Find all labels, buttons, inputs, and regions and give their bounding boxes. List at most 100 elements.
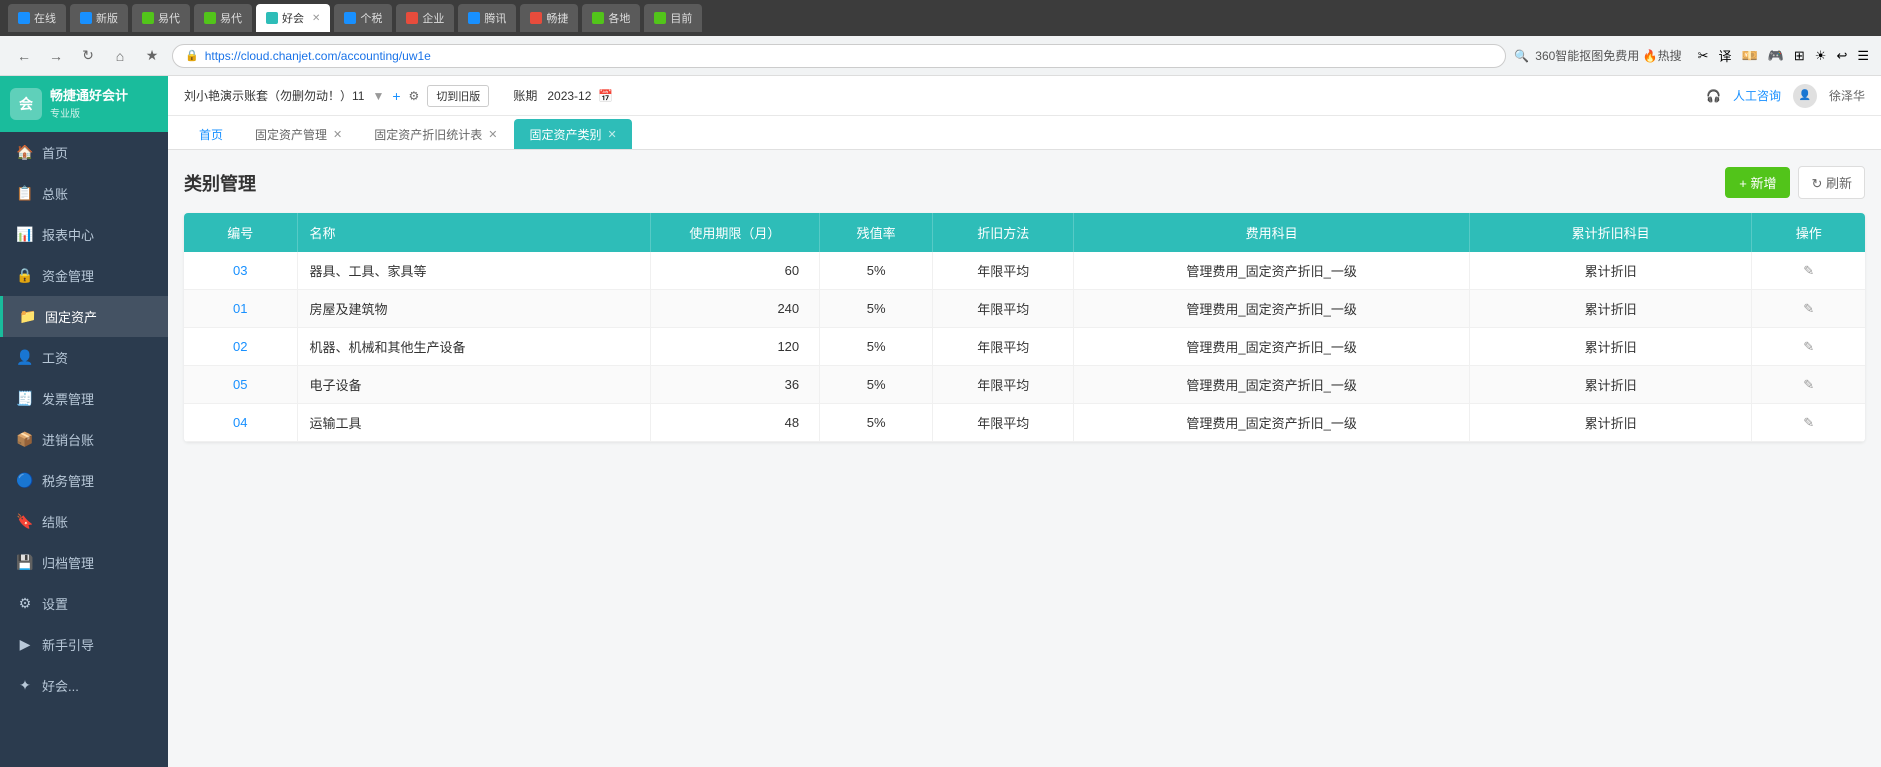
edit-icon[interactable]: ✎: [1803, 263, 1814, 278]
page-title: 类别管理: [184, 170, 256, 196]
cell-code-2[interactable]: 02: [184, 328, 297, 366]
sidebar-item-checkout[interactable]: 🔖 结账: [0, 501, 168, 542]
user-avatar: 👤: [1793, 84, 1817, 108]
tab-close-category[interactable]: ✕: [608, 128, 617, 141]
cell-residual-2: 5%: [820, 328, 933, 366]
sidebar-item-home[interactable]: 🏠 首页: [0, 132, 168, 173]
cell-code-1[interactable]: 01: [184, 290, 297, 328]
table-row: 02 机器、机械和其他生产设备 120 5% 年限平均 管理费用_固定资产折旧_…: [184, 328, 1865, 366]
browser-tab-close-chanjet[interactable]: ✕: [312, 13, 320, 24]
nav-bookmark[interactable]: ★: [140, 44, 164, 68]
tab-category[interactable]: 固定资产类别 ✕: [514, 119, 631, 149]
tab-home[interactable]: 首页: [184, 119, 238, 149]
nav-refresh[interactable]: ↻: [76, 44, 100, 68]
brightness-icon[interactable]: ☀: [1815, 48, 1827, 64]
sidebar-label-funds: 资金管理: [42, 266, 94, 285]
nav-forward[interactable]: →: [44, 44, 68, 68]
cell-residual-1: 5%: [820, 290, 933, 328]
cell-method-3: 年限平均: [933, 366, 1074, 404]
translate-icon[interactable]: 译: [1718, 46, 1731, 65]
sidebar-item-invoice[interactable]: 🧾 发票管理: [0, 378, 168, 419]
search-box: 🔍 360智能抠图免费用 🔥热搜: [1514, 47, 1681, 64]
cell-code-4[interactable]: 04: [184, 404, 297, 442]
tab-depreciation[interactable]: 固定资产折旧统计表 ✕: [359, 119, 512, 149]
edit-icon[interactable]: ✎: [1803, 415, 1814, 430]
switch-version-button[interactable]: 切到旧版: [427, 85, 489, 107]
cell-action-3[interactable]: ✎: [1752, 366, 1865, 404]
menu-icon[interactable]: ☰: [1857, 48, 1869, 64]
browser-tab-enterprise[interactable]: 企业: [396, 4, 454, 32]
scissors-icon[interactable]: ✂: [1698, 48, 1709, 64]
category-table: 编号 名称 使用期限（月） 残值率 折旧方法 费用科目 累计折旧科目 操作 03…: [184, 213, 1865, 442]
cell-action-4[interactable]: ✎: [1752, 404, 1865, 442]
col-header-action: 操作: [1752, 213, 1865, 252]
refresh-button[interactable]: ↻ 刷新: [1798, 166, 1865, 199]
topbar-add-icon[interactable]: +: [392, 88, 400, 104]
edit-icon[interactable]: ✎: [1803, 377, 1814, 392]
cell-code-0[interactable]: 03: [184, 252, 297, 290]
sidebar-label-reports: 报表中心: [42, 225, 94, 244]
period-label: 账期 2023-12 📅: [513, 87, 613, 104]
cell-residual-3: 5%: [820, 366, 933, 404]
topbar-settings-icon[interactable]: ⚙: [409, 89, 420, 103]
inventory-icon: 📦: [16, 431, 34, 449]
game-icon[interactable]: 🎮: [1768, 48, 1784, 64]
history-icon[interactable]: ↩: [1836, 48, 1847, 64]
browser-tab-changjie[interactable]: 畅捷: [520, 4, 578, 32]
browser-tab-new[interactable]: 新版: [70, 4, 128, 32]
sidebar-item-guide[interactable]: ▶ 新手引导: [0, 624, 168, 665]
sidebar-item-more[interactable]: ✦ 好会...: [0, 665, 168, 706]
cell-depreciation-4: 累计折旧: [1469, 404, 1752, 442]
edit-icon[interactable]: ✎: [1803, 339, 1814, 354]
fixed-assets-icon: 📁: [19, 308, 37, 326]
cell-method-0: 年限平均: [933, 252, 1074, 290]
browser-tools: ✂ 译 💴 🎮 ⊞ ☀ ↩ ☰: [1698, 46, 1869, 65]
edit-icon[interactable]: ✎: [1803, 301, 1814, 316]
browser-tab-online[interactable]: 在线: [8, 4, 66, 32]
sidebar-item-funds[interactable]: 🔒 资金管理: [0, 255, 168, 296]
cell-action-2[interactable]: ✎: [1752, 328, 1865, 366]
table-header: 编号 名称 使用期限（月） 残值率 折旧方法 费用科目 累计折旧科目 操作: [184, 213, 1865, 252]
sidebar: 会 畅捷通好会计 专业版 🏠 首页 📋 总账 📊 报表中心 🔒 资金管理 📁 固…: [0, 76, 168, 767]
cell-code-3[interactable]: 05: [184, 366, 297, 404]
browser-tab-current[interactable]: 目前: [644, 4, 702, 32]
sidebar-item-settings[interactable]: ⚙ 设置: [0, 583, 168, 624]
browser-tab-tencent[interactable]: 腾讯: [458, 4, 516, 32]
wallet-icon[interactable]: 💴: [1742, 48, 1758, 64]
sidebar-item-ledger[interactable]: 📋 总账: [0, 173, 168, 214]
tab-close-depreciation[interactable]: ✕: [488, 128, 497, 141]
nav-home[interactable]: ⌂: [108, 44, 132, 68]
browser-tab-tax[interactable]: 个税: [334, 4, 392, 32]
cell-action-0[interactable]: ✎: [1752, 252, 1865, 290]
sidebar-item-fixed-assets[interactable]: 📁 固定资产: [0, 296, 168, 337]
sidebar-item-payroll[interactable]: 👤 工资: [0, 337, 168, 378]
app-wrapper: 会 畅捷通好会计 专业版 🏠 首页 📋 总账 📊 报表中心 🔒 资金管理 📁 固…: [0, 76, 1881, 767]
sidebar-item-archive[interactable]: 💾 归档管理: [0, 542, 168, 583]
add-button[interactable]: + 新增: [1725, 167, 1790, 198]
cell-method-2: 年限平均: [933, 328, 1074, 366]
browser-tab-easy2[interactable]: 易代: [194, 4, 252, 32]
cell-depreciation-0: 累计折旧: [1469, 252, 1752, 290]
cell-method-4: 年限平均: [933, 404, 1074, 442]
grid-icon[interactable]: ⊞: [1794, 48, 1805, 64]
sidebar-item-tax[interactable]: 🔵 税务管理: [0, 460, 168, 501]
topbar-right: 🎧 人工咨询 👤 徐泽华: [1706, 84, 1865, 108]
browser-tab-easy1[interactable]: 易代: [132, 4, 190, 32]
tab-close-fixed-mgmt[interactable]: ✕: [333, 128, 342, 141]
sidebar-item-reports[interactable]: 📊 报表中心: [0, 214, 168, 255]
calendar-icon[interactable]: 📅: [598, 89, 613, 103]
cell-action-1[interactable]: ✎: [1752, 290, 1865, 328]
browser-tab-chanjet[interactable]: 好会 ✕: [256, 4, 330, 32]
ledger-icon: 📋: [16, 185, 34, 203]
nav-back[interactable]: ←: [12, 44, 36, 68]
search-text: 360智能抠图免费用 🔥热搜: [1535, 47, 1681, 64]
dropdown-icon[interactable]: ▼: [372, 89, 384, 103]
table-body: 03 器具、工具、家具等 60 5% 年限平均 管理费用_固定资产折旧_一级 累…: [184, 252, 1865, 442]
col-header-code: 编号: [184, 213, 297, 252]
col-header-method: 折旧方法: [933, 213, 1074, 252]
browser-tab-gedi[interactable]: 各地: [582, 4, 640, 32]
service-label[interactable]: 人工咨询: [1733, 87, 1781, 104]
tab-fixed-mgmt[interactable]: 固定资产管理 ✕: [240, 119, 357, 149]
address-bar[interactable]: 🔒 https://cloud.chanjet.com/accounting/u…: [172, 44, 1506, 68]
sidebar-item-inventory[interactable]: 📦 进销台账: [0, 419, 168, 460]
